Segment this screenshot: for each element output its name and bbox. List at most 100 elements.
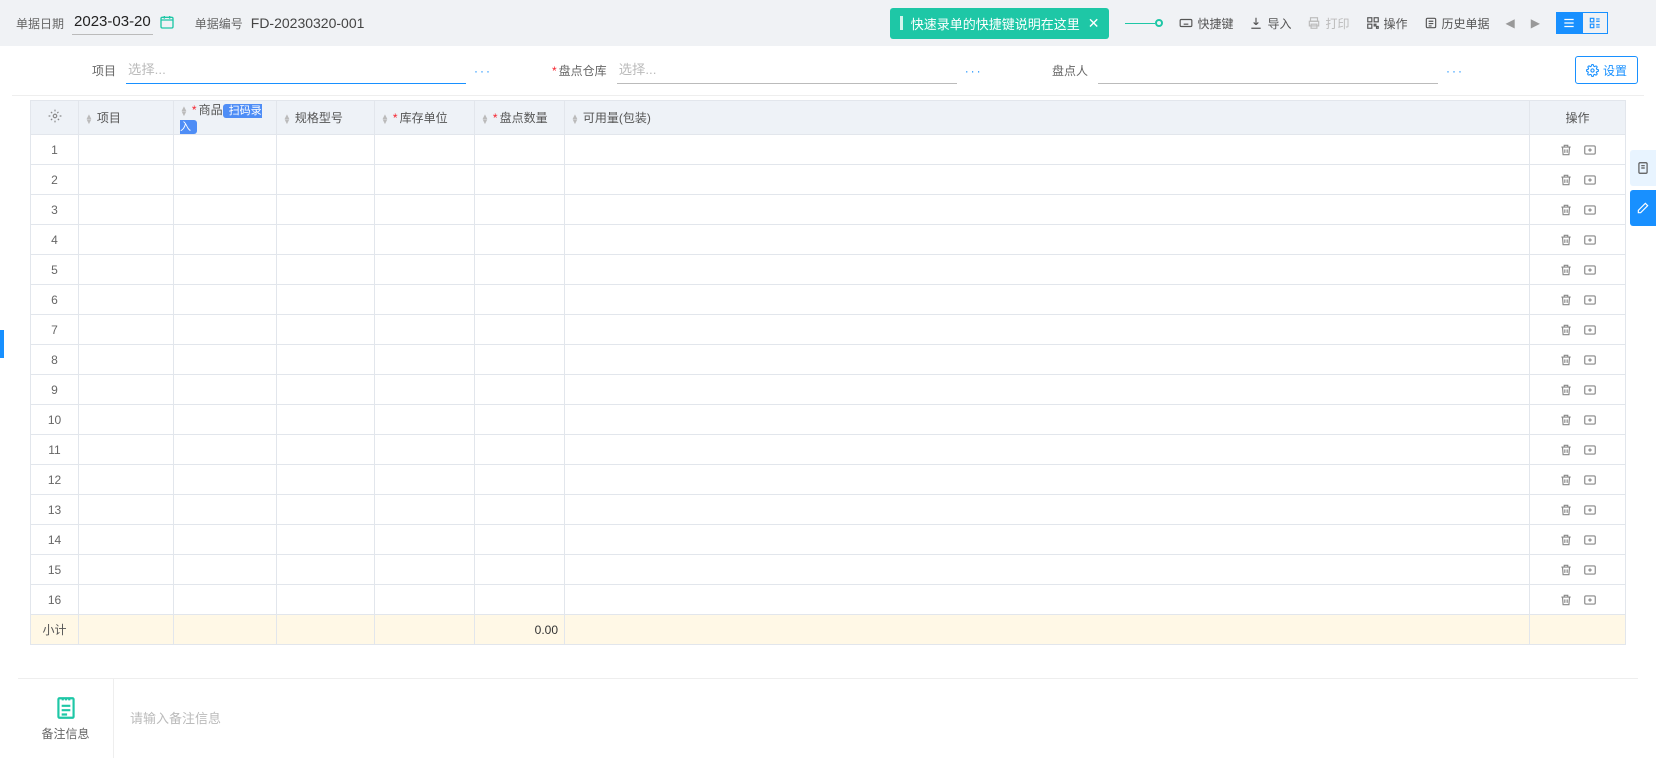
cell-spec[interactable] [277, 345, 375, 375]
history-button[interactable]: 历史单据 [1424, 15, 1490, 32]
cell-project[interactable] [79, 345, 174, 375]
cell-spec[interactable] [277, 285, 375, 315]
delete-icon[interactable] [1559, 473, 1573, 487]
calendar-icon[interactable] [159, 14, 175, 33]
cell-unit[interactable] [375, 285, 475, 315]
cell-unit[interactable] [375, 255, 475, 285]
add-row-icon[interactable] [1583, 533, 1597, 547]
cell-project[interactable] [79, 225, 174, 255]
table-row[interactable]: 14 [31, 525, 1626, 555]
cell-product[interactable] [174, 405, 277, 435]
cell-product[interactable] [174, 315, 277, 345]
cell-unit[interactable] [375, 345, 475, 375]
cell-spec[interactable] [277, 255, 375, 285]
add-row-icon[interactable] [1583, 503, 1597, 517]
delete-icon[interactable] [1559, 503, 1573, 517]
cell-avail[interactable] [565, 555, 1530, 585]
shortcut-button[interactable]: 快捷键 [1179, 15, 1233, 32]
table-row[interactable]: 8 [31, 345, 1626, 375]
cell-unit[interactable] [375, 495, 475, 525]
header-qty[interactable]: ▲▼*盘点数量 [475, 101, 565, 135]
cell-spec[interactable] [277, 435, 375, 465]
cell-project[interactable] [79, 375, 174, 405]
cell-project[interactable] [79, 525, 174, 555]
cell-project[interactable] [79, 165, 174, 195]
delete-icon[interactable] [1559, 263, 1573, 277]
cell-unit[interactable] [375, 525, 475, 555]
cell-unit[interactable] [375, 165, 475, 195]
cell-avail[interactable] [565, 165, 1530, 195]
cell-avail[interactable] [565, 225, 1530, 255]
cell-product[interactable] [174, 225, 277, 255]
add-row-icon[interactable] [1583, 143, 1597, 157]
cell-product[interactable] [174, 375, 277, 405]
cell-spec[interactable] [277, 405, 375, 435]
cell-spec[interactable] [277, 225, 375, 255]
remark-input[interactable] [114, 679, 1638, 758]
cell-qty[interactable] [475, 495, 565, 525]
delete-icon[interactable] [1559, 593, 1573, 607]
add-row-icon[interactable] [1583, 593, 1597, 607]
cell-qty[interactable] [475, 195, 565, 225]
add-row-icon[interactable] [1583, 413, 1597, 427]
cell-spec[interactable] [277, 495, 375, 525]
cell-spec[interactable] [277, 195, 375, 225]
cell-product[interactable] [174, 135, 277, 165]
table-row[interactable]: 2 [31, 165, 1626, 195]
header-spec[interactable]: ▲▼规格型号 [277, 101, 375, 135]
delete-icon[interactable] [1559, 203, 1573, 217]
cell-product[interactable] [174, 165, 277, 195]
cell-product[interactable] [174, 435, 277, 465]
cell-project[interactable] [79, 435, 174, 465]
header-gear[interactable] [31, 101, 79, 135]
delete-icon[interactable] [1559, 233, 1573, 247]
close-icon[interactable]: ✕ [1088, 15, 1100, 32]
cell-product[interactable] [174, 285, 277, 315]
header-project[interactable]: ▲▼项目 [79, 101, 174, 135]
add-row-icon[interactable] [1583, 203, 1597, 217]
filter-store-input[interactable] [617, 58, 957, 84]
cell-avail[interactable] [565, 345, 1530, 375]
table-row[interactable]: 3 [31, 195, 1626, 225]
cell-product[interactable] [174, 345, 277, 375]
right-tab-draft[interactable] [1630, 150, 1656, 186]
cell-spec[interactable] [277, 375, 375, 405]
actions-button[interactable]: 操作 [1366, 15, 1408, 32]
table-row[interactable]: 16 [31, 585, 1626, 615]
delete-icon[interactable] [1559, 323, 1573, 337]
view-list-button[interactable] [1556, 12, 1582, 34]
cell-product[interactable] [174, 195, 277, 225]
filter-project-input[interactable] [126, 58, 466, 84]
cell-unit[interactable] [375, 555, 475, 585]
add-row-icon[interactable] [1583, 293, 1597, 307]
cell-project[interactable] [79, 315, 174, 345]
cell-qty[interactable] [475, 225, 565, 255]
cell-spec[interactable] [277, 585, 375, 615]
cell-unit[interactable] [375, 315, 475, 345]
cell-product[interactable] [174, 525, 277, 555]
cell-spec[interactable] [277, 525, 375, 555]
cell-qty[interactable] [475, 165, 565, 195]
cell-product[interactable] [174, 465, 277, 495]
cell-qty[interactable] [475, 405, 565, 435]
cell-qty[interactable] [475, 525, 565, 555]
table-row[interactable]: 6 [31, 285, 1626, 315]
cell-unit[interactable] [375, 405, 475, 435]
cell-product[interactable] [174, 585, 277, 615]
delete-icon[interactable] [1559, 443, 1573, 457]
cell-avail[interactable] [565, 195, 1530, 225]
delete-icon[interactable] [1559, 143, 1573, 157]
cell-project[interactable] [79, 195, 174, 225]
add-row-icon[interactable] [1583, 473, 1597, 487]
cell-qty[interactable] [475, 315, 565, 345]
add-row-icon[interactable] [1583, 173, 1597, 187]
cell-avail[interactable] [565, 375, 1530, 405]
cell-spec[interactable] [277, 555, 375, 585]
cell-avail[interactable] [565, 525, 1530, 555]
settings-button[interactable]: 设置 [1575, 56, 1638, 84]
cell-unit[interactable] [375, 195, 475, 225]
cell-qty[interactable] [475, 435, 565, 465]
cell-spec[interactable] [277, 465, 375, 495]
cell-project[interactable] [79, 285, 174, 315]
cell-spec[interactable] [277, 315, 375, 345]
